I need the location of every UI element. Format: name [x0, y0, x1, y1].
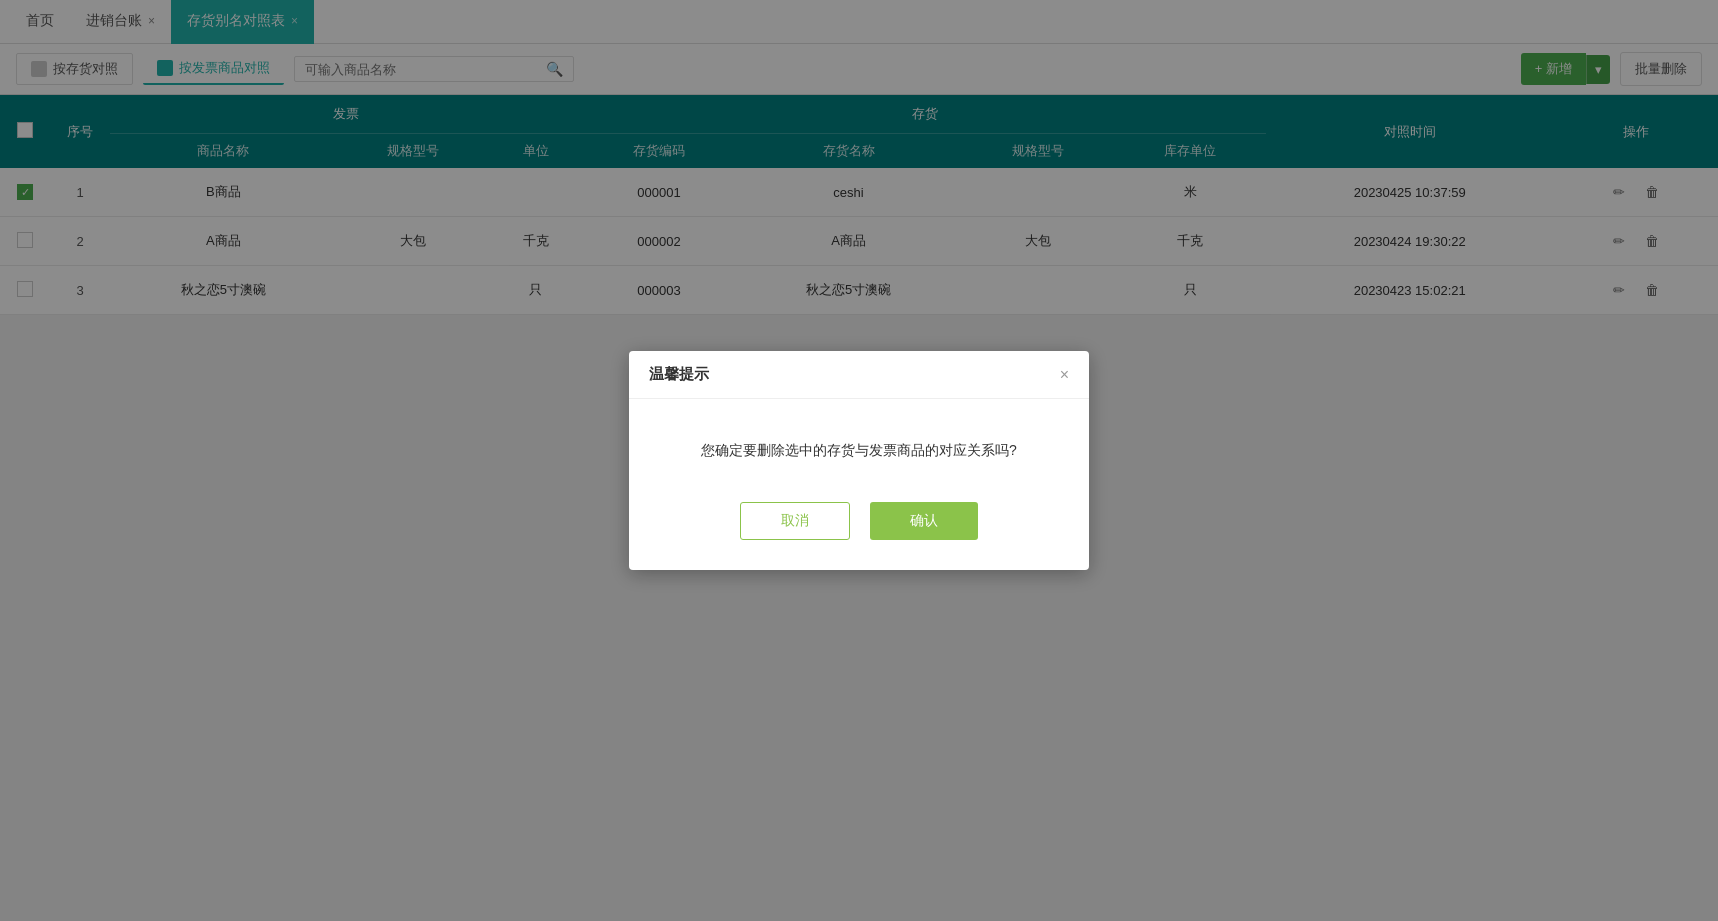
modal-overlay: 温馨提示 × 您确定要删除选中的存货与发票商品的对应关系吗? 取消 确认 [0, 0, 1718, 315]
